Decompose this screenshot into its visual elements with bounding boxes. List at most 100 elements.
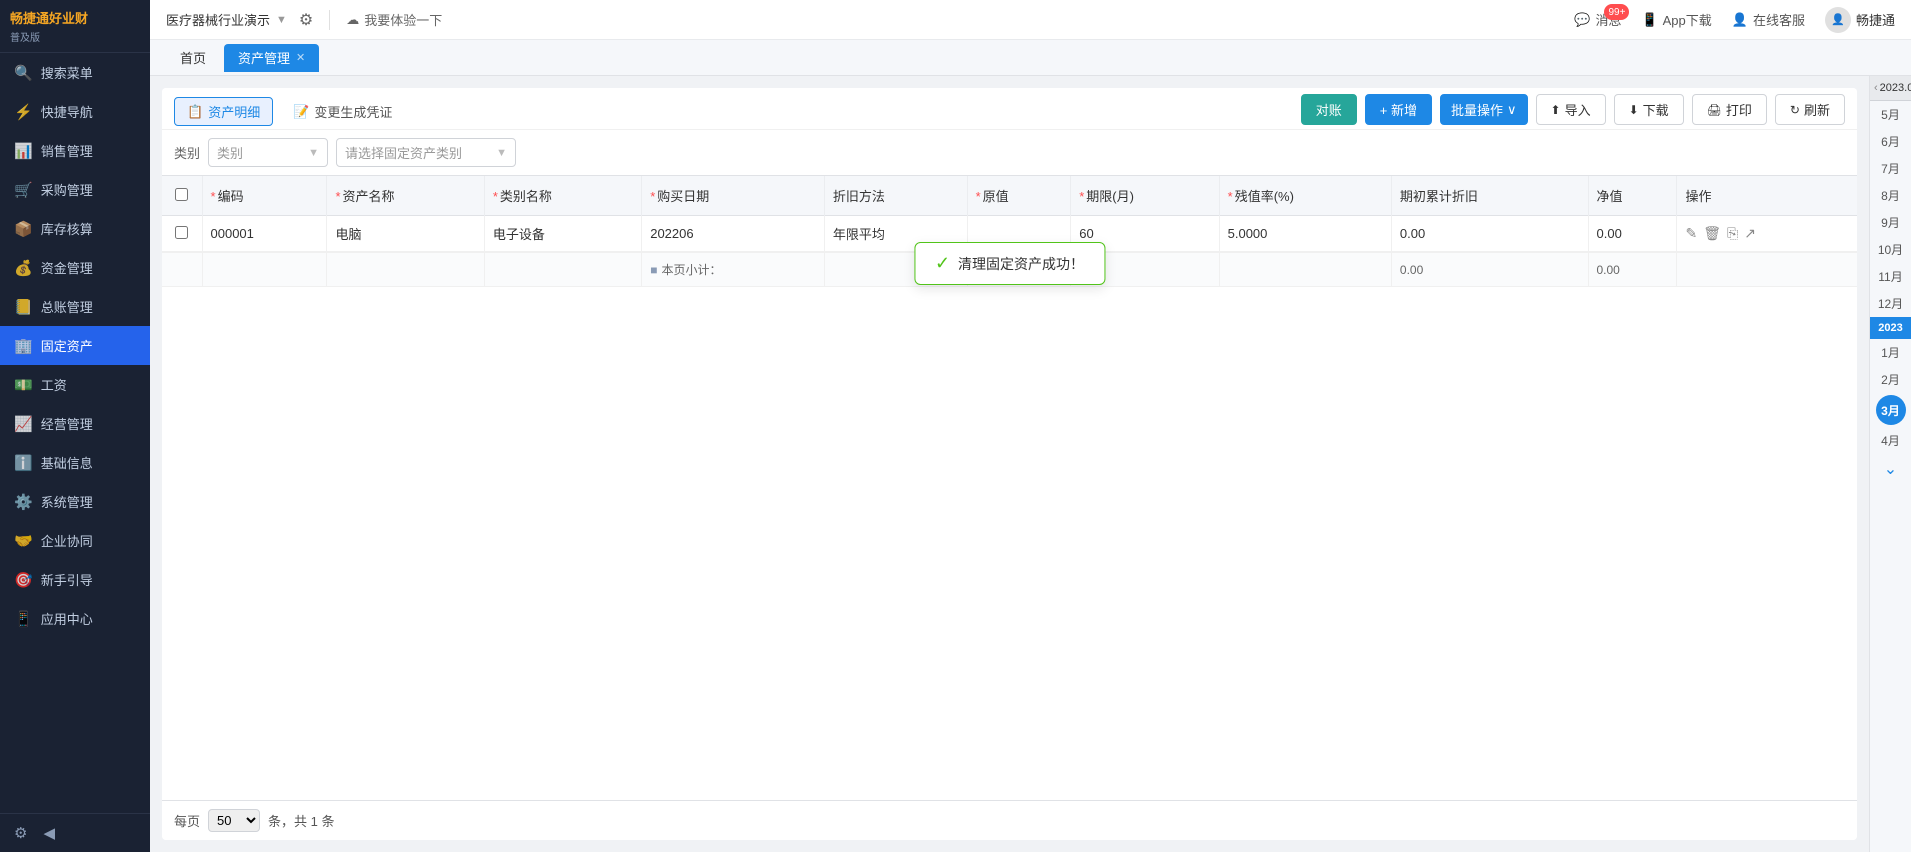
th-checkbox xyxy=(162,176,202,216)
tab-close-icon[interactable]: ✕ xyxy=(296,51,305,64)
new-button[interactable]: + 新增 xyxy=(1365,94,1432,125)
sidebar-item-sales[interactable]: 📊 销售管理 xyxy=(0,131,150,170)
sidebar-item-payroll[interactable]: 💵 工资 xyxy=(0,365,150,404)
th-code: *编码 xyxy=(202,176,327,216)
sidebar-item-search[interactable]: 🔍 搜索菜单 xyxy=(0,53,150,92)
sidebar-item-ledger[interactable]: 📒 总账管理 xyxy=(0,287,150,326)
experience-button[interactable]: ☁ 我要体验一下 xyxy=(346,10,442,29)
th-residual-rate: *残值率(%) xyxy=(1219,176,1391,216)
month-9[interactable]: 9月 xyxy=(1870,209,1911,236)
import-icon: ⬆ xyxy=(1551,103,1561,117)
month-7[interactable]: 7月 xyxy=(1870,155,1911,182)
calendar-scroll[interactable]: 5月 6月 7月 8月 9月 10月 11月 12月 2023 1月 2月 3月… xyxy=(1870,101,1911,852)
download-button[interactable]: ⬇ 下载 xyxy=(1614,94,1684,125)
more-icon[interactable]: ↗ xyxy=(1744,225,1756,242)
import-label: 导入 xyxy=(1565,100,1591,119)
topbar: 医疗器械行业演示 ▼ ⚙ ☁ 我要体验一下 💬 消息 99+ 📱 App下载 👤… xyxy=(150,0,1911,40)
sidebar-item-inventory[interactable]: 📦 库存核算 xyxy=(0,209,150,248)
main-area: 医疗器械行业演示 ▼ ⚙ ☁ 我要体验一下 💬 消息 99+ 📱 App下载 👤… xyxy=(150,0,1911,852)
row-actions: ✎ 🗑 ⎘ ↗ xyxy=(1677,216,1857,252)
category-detail-select[interactable]: 请选择固定资产类别 ▼ xyxy=(336,138,516,167)
sidebar-item-fixed-assets[interactable]: 🏢 固定资产 xyxy=(0,326,150,365)
sidebar-item-label: 资金管理 xyxy=(41,258,93,277)
sub-tab-change-voucher[interactable]: 📝 变更生成凭证 xyxy=(281,98,404,125)
inventory-icon: 📦 xyxy=(14,220,33,238)
subtotal-actions xyxy=(1677,253,1857,287)
per-page-select[interactable]: 50 10 20 100 xyxy=(208,809,260,832)
sidebar-item-operations[interactable]: 📈 经营管理 xyxy=(0,404,150,443)
settings-footer-icon[interactable]: ⚙ xyxy=(14,824,27,842)
table-header-row: *编码 *资产名称 *类别名称 *购买日期 折旧方法 *原值 *期限(月) *残… xyxy=(162,176,1857,216)
toast-success-icon: ✓ xyxy=(935,253,950,274)
tab-home-label: 首页 xyxy=(180,48,206,67)
select-all-checkbox[interactable] xyxy=(175,188,188,201)
refresh-button[interactable]: ↻ 刷新 xyxy=(1775,94,1845,125)
month-4[interactable]: 4月 xyxy=(1870,427,1911,454)
avatar: 👤 xyxy=(1825,7,1851,33)
subtotal-empty3 xyxy=(327,253,484,287)
online-service-button[interactable]: 👤 在线客服 xyxy=(1732,10,1805,29)
subtotal-net-value: 0.00 xyxy=(1588,253,1677,287)
edit-icon[interactable]: ✎ xyxy=(1685,225,1697,242)
purchase-icon: 🛒 xyxy=(14,181,33,199)
sidebar-item-funds[interactable]: 💰 资金管理 xyxy=(0,248,150,287)
month-8[interactable]: 8月 xyxy=(1870,182,1911,209)
month-10[interactable]: 10月 xyxy=(1870,236,1911,263)
app-download-button[interactable]: 📱 App下载 xyxy=(1641,10,1711,29)
tab-asset-mgmt[interactable]: 资产管理 ✕ xyxy=(224,44,319,72)
print-button[interactable]: 🖨 打印 xyxy=(1692,94,1767,125)
calendar-prev-icon[interactable]: ‹ xyxy=(1874,82,1878,94)
sidebar-item-quick-nav[interactable]: ⚡ 快捷导航 xyxy=(0,92,150,131)
th-initial-depreciation: 期初累计折旧 xyxy=(1391,176,1588,216)
sidebar-item-system[interactable]: ⚙️ 系统管理 xyxy=(0,482,150,521)
collapse-icon[interactable]: ◀ xyxy=(43,824,55,842)
sidebar-footer: ⚙ ◀ xyxy=(0,813,150,852)
user-menu[interactable]: 👤 畅捷通 xyxy=(1825,7,1895,33)
right-calendar-panel: ‹ 2023.03 › 5月 6月 7月 8月 9月 10月 11月 12月 2… xyxy=(1869,76,1911,852)
more-months-down[interactable]: ⌄ xyxy=(1870,454,1911,484)
per-page-label: 每页 xyxy=(174,811,200,830)
sidebar-logo: 畅捷通好业财 普及版 xyxy=(0,0,150,53)
sidebar-item-purchase[interactable]: 🛒 采购管理 xyxy=(0,170,150,209)
refresh-icon: ↻ xyxy=(1790,103,1800,117)
month-6[interactable]: 6月 xyxy=(1870,128,1911,155)
topbar-right: 💬 消息 99+ 📱 App下载 👤 在线客服 👤 畅捷通 xyxy=(1574,7,1895,33)
month-2[interactable]: 2月 xyxy=(1870,366,1911,393)
notifications-button[interactable]: 💬 消息 99+ xyxy=(1574,10,1621,29)
category-type-select[interactable]: 类别 ▼ xyxy=(208,138,328,167)
sub-tab-asset-detail[interactable]: 📋 资产明细 xyxy=(174,97,273,126)
topbar-settings-icon[interactable]: ⚙ xyxy=(299,10,313,30)
sidebar-item-app-center[interactable]: 📱 应用中心 xyxy=(0,599,150,638)
total-label: 条，共 1 条 xyxy=(268,811,334,830)
month-12[interactable]: 12月 xyxy=(1870,290,1911,317)
th-name: *资产名称 xyxy=(327,176,484,216)
month-3-current[interactable]: 3月 xyxy=(1876,395,1906,425)
sidebar-item-basic-info[interactable]: ℹ️ 基础信息 xyxy=(0,443,150,482)
month-11[interactable]: 11月 xyxy=(1870,263,1911,290)
reconcile-button[interactable]: 对账 xyxy=(1301,94,1357,125)
sub-tab-asset-detail-label: 资产明细 xyxy=(208,102,260,121)
subtotal-empty4 xyxy=(484,253,641,287)
copy-icon[interactable]: ⎘ xyxy=(1727,225,1738,242)
category-filter-label: 类别 xyxy=(174,143,200,162)
batch-button[interactable]: 批量操作 ∨ xyxy=(1440,94,1528,125)
guide-icon: 🎯 xyxy=(14,571,33,589)
sidebar-item-label: 工资 xyxy=(41,375,67,394)
th-original-value: *原值 xyxy=(967,176,1071,216)
sidebar-item-guide[interactable]: 🎯 新手引导 xyxy=(0,560,150,599)
sidebar-item-label: 新手引导 xyxy=(41,570,93,589)
import-button[interactable]: ⬆ 导入 xyxy=(1536,94,1606,125)
month-5[interactable]: 5月 xyxy=(1870,101,1911,128)
pagination: 每页 50 10 20 100 条，共 1 条 xyxy=(162,800,1857,840)
sidebar-item-label: 总账管理 xyxy=(41,297,93,316)
company-selector[interactable]: 医疗器械行业演示 ▼ xyxy=(166,10,287,29)
row-checkbox[interactable] xyxy=(175,226,188,239)
fixed-assets-icon: 🏢 xyxy=(14,337,33,355)
tab-home[interactable]: 首页 xyxy=(166,44,220,72)
sidebar-item-enterprise[interactable]: 🤝 企业协同 xyxy=(0,521,150,560)
username: 畅捷通 xyxy=(1856,10,1895,29)
month-1[interactable]: 1月 xyxy=(1870,339,1911,366)
subtotal-label: ■ 本页小计： xyxy=(642,253,825,287)
delete-icon[interactable]: 🗑 xyxy=(1703,225,1721,242)
company-dropdown-arrow: ▼ xyxy=(276,14,287,26)
